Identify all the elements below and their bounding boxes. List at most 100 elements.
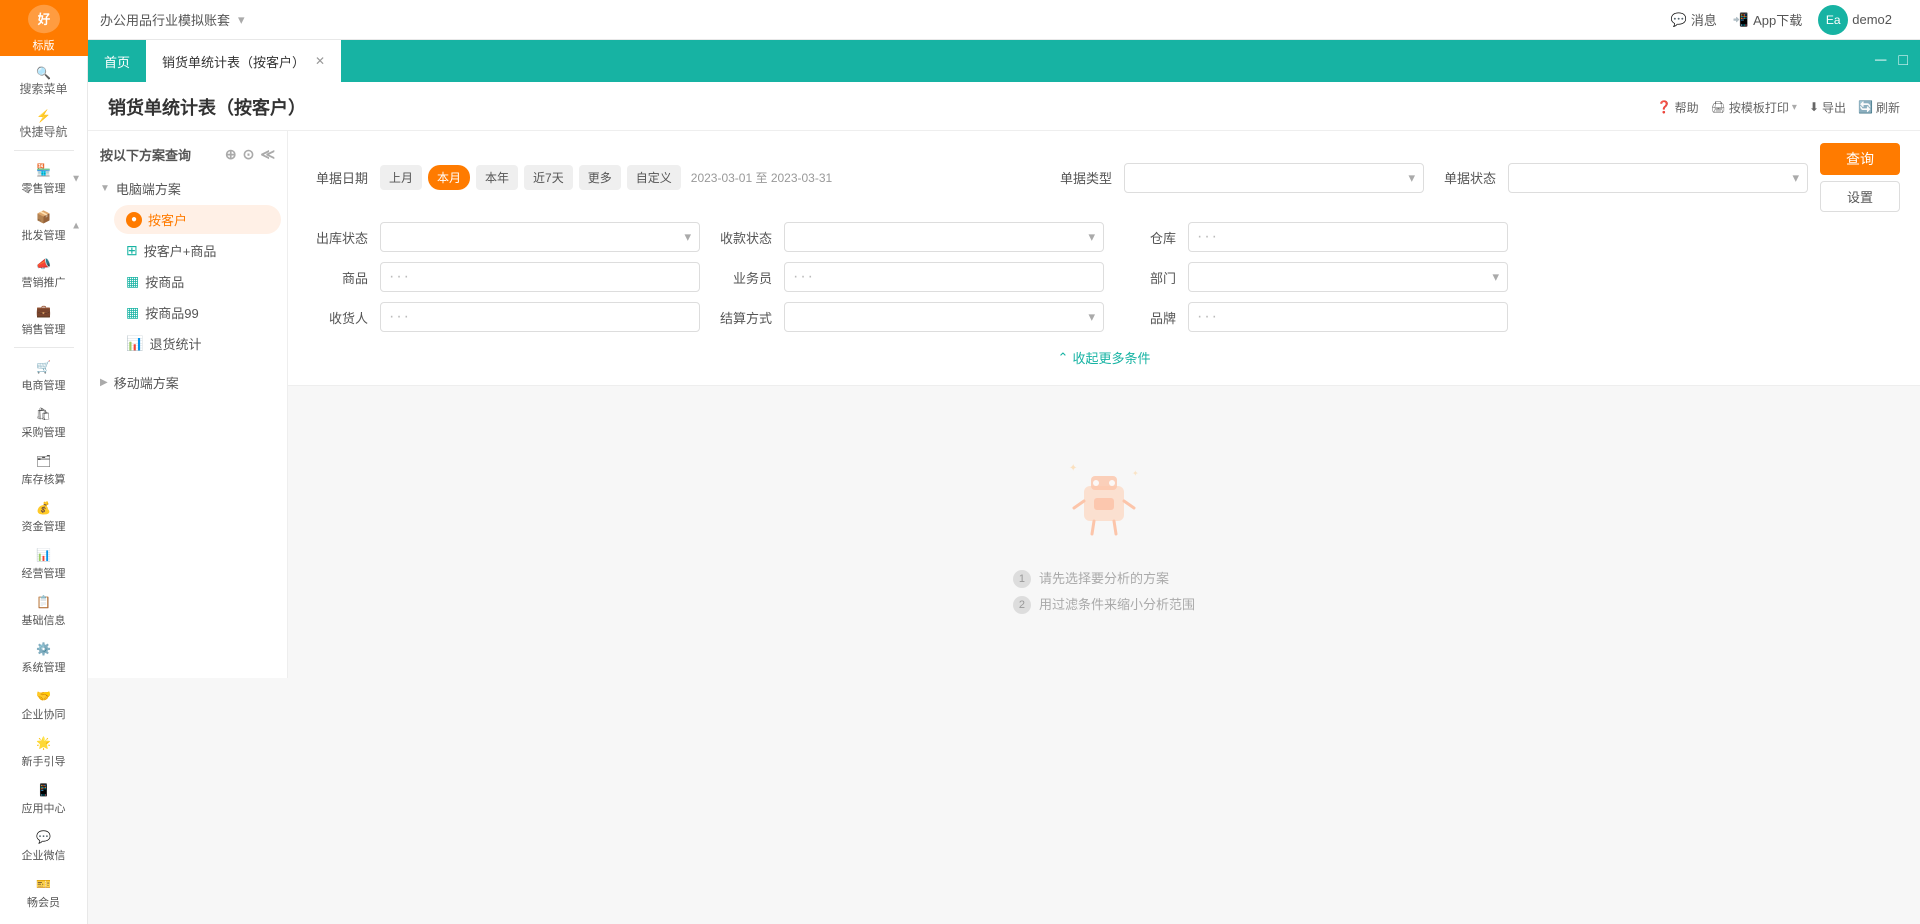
date-btn-custom[interactable]: 自定义 xyxy=(627,165,681,190)
window-maximize-btn[interactable]: □ xyxy=(1898,52,1908,70)
search-menu-item[interactable]: 🔍 搜索菜单 xyxy=(0,56,87,103)
shipping-select[interactable]: ▾ xyxy=(380,222,700,252)
system-label: 系统管理 xyxy=(22,659,66,675)
date-btn-this-year[interactable]: 本年 xyxy=(476,165,518,190)
divider2 xyxy=(14,347,74,348)
tab-report-close[interactable]: ✕ xyxy=(315,54,325,68)
department-select[interactable]: ▾ xyxy=(1188,262,1508,292)
scheme-group-desktop-title[interactable]: ▼ 电脑端方案 xyxy=(88,174,287,203)
filter-row-goods: 商品 ··· 业务员 ··· 部门 ▾ xyxy=(308,262,1900,292)
salesperson-label: 业务员 xyxy=(712,268,772,287)
order-type-select[interactable]: ▾ xyxy=(1124,163,1424,193)
tab-home-label: 首页 xyxy=(104,52,130,71)
warehouse-input[interactable]: ··· xyxy=(1188,222,1508,252)
export-label: 导出 xyxy=(1822,99,1846,116)
shipping-label: 出库状态 xyxy=(308,228,368,247)
by-customer-goods-label: 按客户+商品 xyxy=(144,241,217,260)
scheme-item-by-customer[interactable]: ● 按客户 xyxy=(114,205,281,234)
main-area: 办公用品行业模拟账套 ▾ 💬 消息 📲 App下载 Ea demo2 首页 xyxy=(88,0,1920,924)
newuser-label: 新手引导 xyxy=(22,753,66,769)
scheme-collapse-btn[interactable]: ≪ xyxy=(260,146,275,163)
collapse-btn[interactable]: ⌃ 收起更多条件 xyxy=(308,342,1900,373)
sidebar-item-retail[interactable]: 🏪 零售管理 ▼ xyxy=(0,155,87,202)
message-btn[interactable]: 💬 消息 xyxy=(1671,10,1717,29)
newuser-icon: 🌟 xyxy=(36,736,51,750)
collapse-up-icon: ⌃ xyxy=(1058,350,1069,366)
scheme-group-mobile-title[interactable]: ▶ 移动端方案 xyxy=(88,368,287,397)
page-title: 销货单统计表（按客户） xyxy=(108,94,306,130)
purchase-label: 采购管理 xyxy=(22,424,66,440)
date-filter: 上月 本月 本年 近7天 更多 自定义 2023-03-01 至 2023-03… xyxy=(380,165,832,190)
sidebar-item-sales[interactable]: 💼 销售管理 xyxy=(0,296,87,343)
svg-text:好: 好 xyxy=(36,11,50,26)
date-btn-last7[interactable]: 近7天 xyxy=(524,165,573,190)
sidebar-item-wholesale[interactable]: 📦 批发管理 ▲ xyxy=(0,202,87,249)
user-btn[interactable]: Ea demo2 xyxy=(1818,5,1892,35)
scheme-item-return-stats[interactable]: 📊 退货统计 xyxy=(114,329,281,358)
scheme-item-by-goods[interactable]: ▦ 按商品 xyxy=(114,267,281,296)
salesperson-input[interactable]: ··· xyxy=(784,262,1104,292)
date-btn-more[interactable]: 更多 xyxy=(579,165,621,190)
sidebar-item-finance[interactable]: 💰 资金管理 xyxy=(0,493,87,540)
tab-report[interactable]: 销货单统计表（按客户） ✕ xyxy=(146,40,341,82)
sidebar-item-newuser[interactable]: 🌟 新手引导 xyxy=(0,728,87,775)
sidebar: 好 标版 🔍 搜索菜单 ⚡ 快捷导航 🏪 零售管理 ▼ 📦 批发管理 ▲ 📣 营… xyxy=(0,0,88,924)
scheme-add-btn[interactable]: ⊕ xyxy=(225,146,237,163)
recipient-label: 收货人 xyxy=(308,308,368,327)
scheme-header: 按以下方案查询 ⊕ ⊙ ≪ xyxy=(88,139,287,170)
desktop-group-arrow: ▼ xyxy=(100,183,110,194)
goods-label: 商品 xyxy=(308,268,368,287)
quick-nav-item[interactable]: ⚡ 快捷导航 xyxy=(0,103,87,146)
basic-icon: 📋 xyxy=(36,595,51,609)
collapse-label: 收起更多条件 xyxy=(1072,348,1150,367)
tab-report-label: 销货单统计表（按客户） xyxy=(162,52,305,71)
nav-icon: ⚡ xyxy=(0,109,87,123)
sidebar-item-system[interactable]: ⚙️ 系统管理 xyxy=(0,634,87,681)
sidebar-item-operations[interactable]: 📊 经营管理 xyxy=(0,540,87,587)
tab-home[interactable]: 首页 xyxy=(88,40,146,82)
warehouse-label: 仓库 xyxy=(1116,228,1176,247)
sidebar-item-marketing[interactable]: 📣 营销推广 xyxy=(0,249,87,296)
app-download-btn[interactable]: 📲 App下载 xyxy=(1733,10,1802,29)
wechat-icon: 💬 xyxy=(36,830,51,844)
goods-input[interactable]: ··· xyxy=(380,262,700,292)
brand-input[interactable]: ··· xyxy=(1188,302,1508,332)
member-icon: 🎫 xyxy=(36,877,51,891)
sidebar-item-enterprise[interactable]: 🤝 企业协同 xyxy=(0,681,87,728)
sidebar-item-basic[interactable]: 📋 基础信息 xyxy=(0,587,87,634)
refresh-btn[interactable]: 🔄 刷新 xyxy=(1858,99,1900,116)
topbar-dropdown-icon[interactable]: ▾ xyxy=(238,12,245,28)
scheme-item-by-goods99[interactable]: ▦ 按商品99 xyxy=(114,298,281,327)
export-btn[interactable]: ⬇ 导出 xyxy=(1809,99,1846,116)
query-btn[interactable]: 查询 xyxy=(1820,143,1900,175)
marketing-label: 营销推广 xyxy=(22,274,66,290)
sidebar-item-wechat[interactable]: 💬 企业微信 xyxy=(0,822,87,869)
return-stats-icon: 📊 xyxy=(126,335,143,352)
print-btn[interactable]: 🖨 按模板打印 ▾ xyxy=(1711,99,1797,116)
settings-btn[interactable]: 设置 xyxy=(1820,181,1900,212)
app-download-label: App下载 xyxy=(1753,10,1802,29)
brand-dots: ··· xyxy=(1197,308,1219,326)
date-btn-this-month[interactable]: 本月 xyxy=(428,165,470,190)
sidebar-item-purchase[interactable]: 🛍 采购管理 xyxy=(0,399,87,446)
scheme-item-by-customer-goods[interactable]: ⊞ 按客户+商品 xyxy=(114,236,281,265)
order-status-select[interactable]: ▾ xyxy=(1508,163,1808,193)
help-label: 帮助 xyxy=(1675,99,1699,116)
sidebar-item-inventory[interactable]: 🗂 库存核算 xyxy=(0,446,87,493)
payment-select[interactable]: ▾ xyxy=(784,222,1104,252)
export-icon: ⬇ xyxy=(1809,100,1819,114)
logo: 好 标版 xyxy=(0,0,88,56)
tip-text-2: 用过滤条件来缩小分析范围 xyxy=(1039,592,1195,618)
topbar: 办公用品行业模拟账套 ▾ 💬 消息 📲 App下载 Ea demo2 xyxy=(88,0,1920,40)
sidebar-item-member[interactable]: 🎫 畅会员 xyxy=(0,869,87,916)
scheme-settings-btn[interactable]: ⊙ xyxy=(243,146,255,163)
help-btn[interactable]: ❓ 帮助 xyxy=(1657,99,1699,116)
sidebar-item-ecommerce[interactable]: 🛒 电商管理 xyxy=(0,352,87,399)
window-minimize-btn[interactable]: ─ xyxy=(1875,52,1886,70)
finance-icon: 💰 xyxy=(36,501,51,515)
message-icon: 💬 xyxy=(1671,12,1687,28)
sidebar-item-appcenter[interactable]: 📱 应用中心 xyxy=(0,775,87,822)
settlement-select[interactable]: ▾ xyxy=(784,302,1104,332)
date-btn-last-month[interactable]: 上月 xyxy=(380,165,422,190)
recipient-input[interactable]: ··· xyxy=(380,302,700,332)
